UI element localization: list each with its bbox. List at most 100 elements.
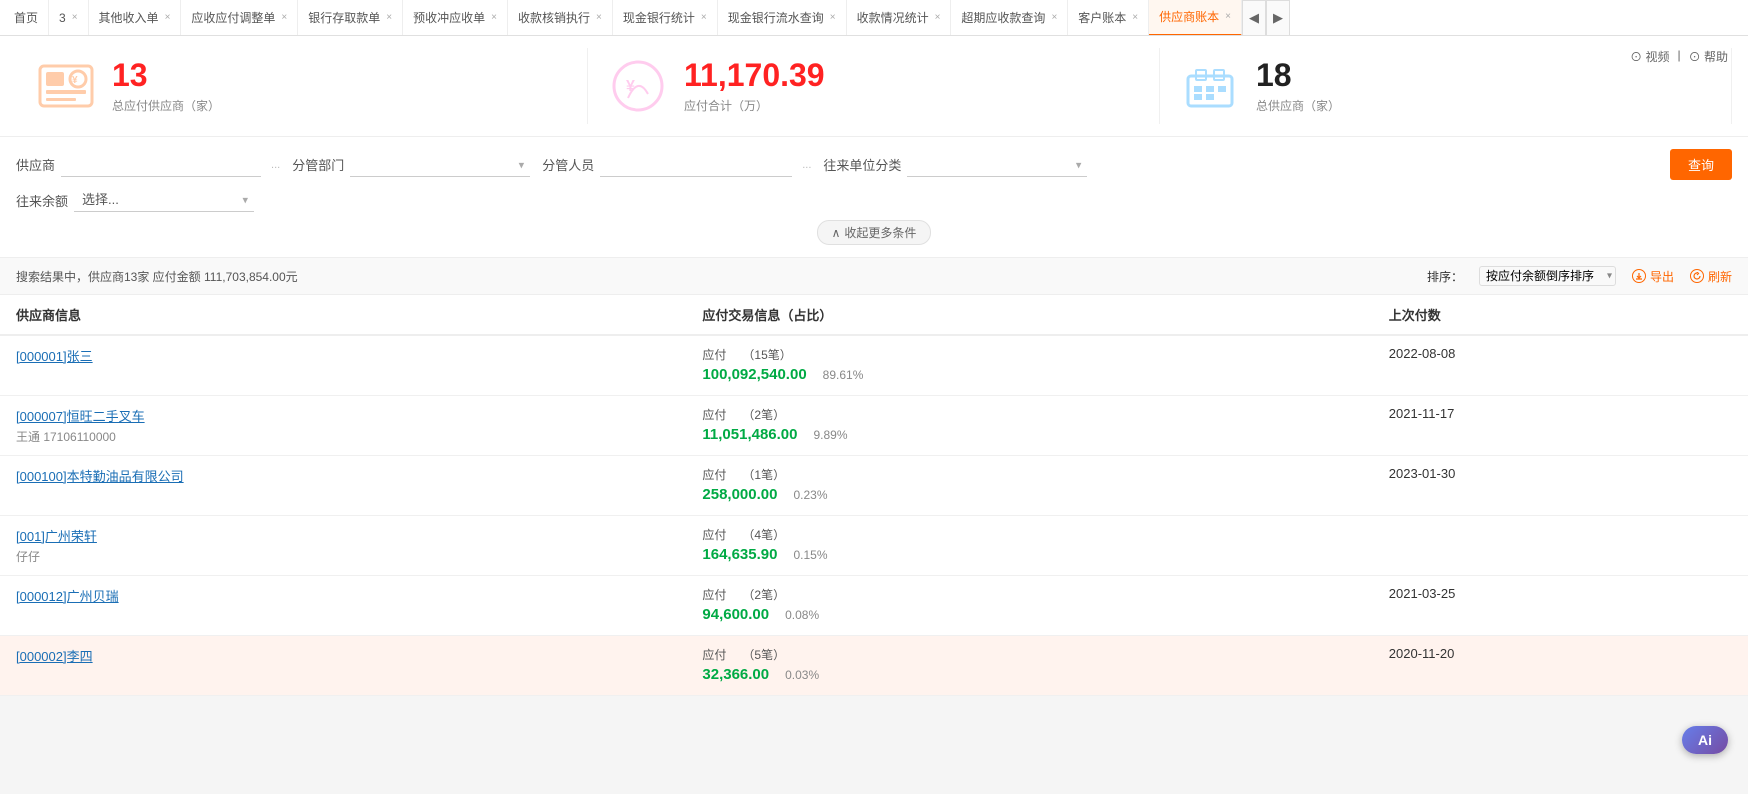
table-wrap: 供应商信息 应付交易信息（占比） 上次付数 [000001]张三 应付 （15笔… [0, 295, 1748, 696]
nav-tab-supplier-account[interactable]: 供应商账本 × [1149, 0, 1242, 36]
trans-cell-1: 应付 （2笔） 11,051,486.00 9.89% [702, 406, 1388, 443]
supplier-filter-label: 供应商 [16, 155, 55, 174]
nav-tab-advance[interactable]: 预收冲应收单 × [403, 0, 508, 36]
right-tools: 排序： 按应付余额倒序排序 导出 刷新 [1427, 266, 1732, 286]
supplier-link-4[interactable]: [000012]广州贝瑞 [16, 589, 119, 604]
collapse-up-icon: ∧ [832, 226, 841, 240]
nav-tab-home[interactable]: 首页 [4, 0, 49, 36]
trans-amount-3[interactable]: 164,635.90 [702, 546, 777, 563]
pay-count-3: （4笔） [742, 526, 785, 543]
trans-amount-0[interactable]: 100,092,540.00 [702, 366, 806, 383]
nav-next-arrow[interactable]: ▶ [1266, 0, 1290, 36]
dept-select[interactable] [350, 153, 530, 177]
supplier-link-3[interactable]: [001]广州荣轩 [16, 529, 97, 544]
sort-select[interactable]: 按应付余额倒序排序 [1479, 266, 1616, 286]
lastpay-cell-0: 2022-08-08 [1389, 346, 1732, 361]
export-button[interactable]: 导出 [1632, 268, 1674, 285]
lastpay-cell-4: 2021-03-25 [1389, 586, 1732, 601]
supplier-link-2[interactable]: [000100]本特勤油品有限公司 [16, 469, 184, 484]
lastpay-cell-2: 2023-01-30 [1389, 466, 1732, 481]
nav-tab-customer-account[interactable]: 客户账本 × [1068, 0, 1149, 36]
last-pay-0: 2022-08-08 [1389, 346, 1456, 361]
unit-class-select[interactable] [907, 153, 1087, 177]
trans-amount-row-3: 164,635.90 0.15% [702, 546, 1388, 563]
filter-item-balance: 往来余额 选择... [16, 188, 254, 212]
trans-pct-1: 9.89% [814, 428, 848, 442]
trans-pct-3: 0.15% [793, 548, 827, 562]
person-input[interactable] [600, 153, 792, 177]
query-button[interactable]: 查询 [1670, 149, 1732, 180]
nav-tab-3[interactable]: 3 × [49, 0, 89, 36]
close-icon[interactable]: × [1225, 11, 1231, 22]
close-icon[interactable]: × [1051, 12, 1057, 23]
nav-tab-supplier-account-label: 供应商账本 [1159, 8, 1219, 25]
table-row: [000007]恒旺二手叉车 王通 17106110000 应付 （2笔） 11… [0, 396, 1748, 456]
nav-tab-cash-stats[interactable]: 现金银行统计 × [613, 0, 718, 36]
nav-tab-bank-withdraw[interactable]: 银行存取款单 × [298, 0, 403, 36]
supplier-link-1[interactable]: [000007]恒旺二手叉车 [16, 409, 145, 424]
trans-amount-1[interactable]: 11,051,486.00 [702, 426, 797, 443]
close-icon[interactable]: × [281, 12, 287, 23]
stat-label-total-suppliers: 总供应商（家） [1256, 97, 1340, 114]
top-nav: 首页 3 × 其他收入单 × 应收应付调整单 × 银行存取款单 × 预收冲应收单… [0, 0, 1748, 36]
nav-tab-cash-flow[interactable]: 现金银行流水查询 × [718, 0, 847, 36]
close-icon[interactable]: × [935, 12, 941, 23]
nav-tab-other-income[interactable]: 其他收入单 × [89, 0, 182, 36]
filter-item-person: 分管人员 ... [542, 153, 811, 177]
trans-amount-2[interactable]: 258,000.00 [702, 486, 777, 503]
supplier-cell-1: [000007]恒旺二手叉车 王通 17106110000 [16, 406, 702, 445]
pay-label-4: 应付 [702, 586, 726, 603]
dept-select-wrapper [350, 153, 530, 177]
trans-pct-5: 0.03% [785, 668, 819, 682]
svg-text:¥: ¥ [72, 75, 78, 86]
supplier-link-5[interactable]: [000002]李四 [16, 649, 93, 664]
balance-select[interactable]: 选择... [74, 188, 254, 212]
table-row: [000012]广州贝瑞 应付 （2笔） 94,600.00 0.08% 202… [0, 576, 1748, 636]
close-icon[interactable]: × [1132, 12, 1138, 23]
pay-label-2: 应付 [702, 466, 726, 483]
pay-count-1: （2笔） [742, 406, 785, 423]
stat-num-payable: 13 [112, 58, 220, 93]
trans-amount-4[interactable]: 94,600.00 [702, 606, 769, 623]
person-dots[interactable]: ... [802, 159, 811, 171]
supplier-cell-3: [001]广州荣轩 仔仔 [16, 526, 702, 565]
nav-tab-collection[interactable]: 收款核销执行 × [508, 0, 613, 36]
pay-count-2: （1笔） [742, 466, 785, 483]
stat-info-total: 11,170.39 应付合计（万） [684, 58, 825, 114]
table-row: [000002]李四 应付 （5笔） 32,366.00 0.03% 2020-… [0, 636, 1748, 696]
export-icon [1632, 269, 1646, 283]
trans-amount-row-5: 32,366.00 0.03% [702, 666, 1388, 683]
close-icon[interactable]: × [701, 12, 707, 23]
close-icon[interactable]: × [165, 12, 171, 23]
sort-select-wrapper: 按应付余额倒序排序 [1479, 266, 1616, 286]
nav-tab-adjustment[interactable]: 应收应付调整单 × [181, 0, 298, 36]
supplier-link-0[interactable]: [000001]张三 [16, 349, 93, 364]
trans-amount-row-1: 11,051,486.00 9.89% [702, 426, 1388, 443]
nav-tab-bank-withdraw-label: 银行存取款单 [308, 9, 380, 26]
filter-item-unit-class: 往来单位分类 [823, 153, 1087, 177]
balance-select-wrapper: 选择... [74, 188, 254, 212]
supplier-cell-4: [000012]广州贝瑞 [16, 586, 702, 605]
filter-row-2: 往来余额 选择... [16, 188, 1732, 212]
trans-amount-5[interactable]: 32,366.00 [702, 666, 769, 683]
ai-button[interactable]: Ai [1682, 726, 1728, 754]
close-icon[interactable]: × [72, 12, 78, 23]
close-icon[interactable]: × [830, 12, 836, 23]
stat-label-payable: 总应付供应商（家） [112, 97, 220, 114]
close-icon[interactable]: × [491, 12, 497, 23]
nav-tab-overdue[interactable]: 超期应收款查询 × [951, 0, 1068, 36]
video-link[interactable]: ⊙ 视频 [1630, 48, 1669, 65]
supplier-sub-3: 仔仔 [16, 548, 702, 565]
close-icon[interactable]: × [386, 12, 392, 23]
stat-label-total: 应付合计（万） [684, 97, 825, 114]
nav-prev-arrow[interactable]: ◀ [1242, 0, 1266, 36]
export-label: 导出 [1650, 268, 1674, 285]
nav-tab-collection-stats[interactable]: 收款情况统计 × [847, 0, 952, 36]
close-icon[interactable]: × [596, 12, 602, 23]
supplier-input[interactable] [61, 153, 261, 177]
refresh-button[interactable]: 刷新 [1690, 268, 1732, 285]
trans-cell-0: 应付 （15笔） 100,092,540.00 89.61% [702, 346, 1388, 383]
collapse-button[interactable]: ∧ 收起更多条件 [817, 220, 932, 245]
help-link[interactable]: ⊙ 帮助 [1689, 48, 1728, 65]
supplier-dots[interactable]: ... [271, 159, 280, 171]
